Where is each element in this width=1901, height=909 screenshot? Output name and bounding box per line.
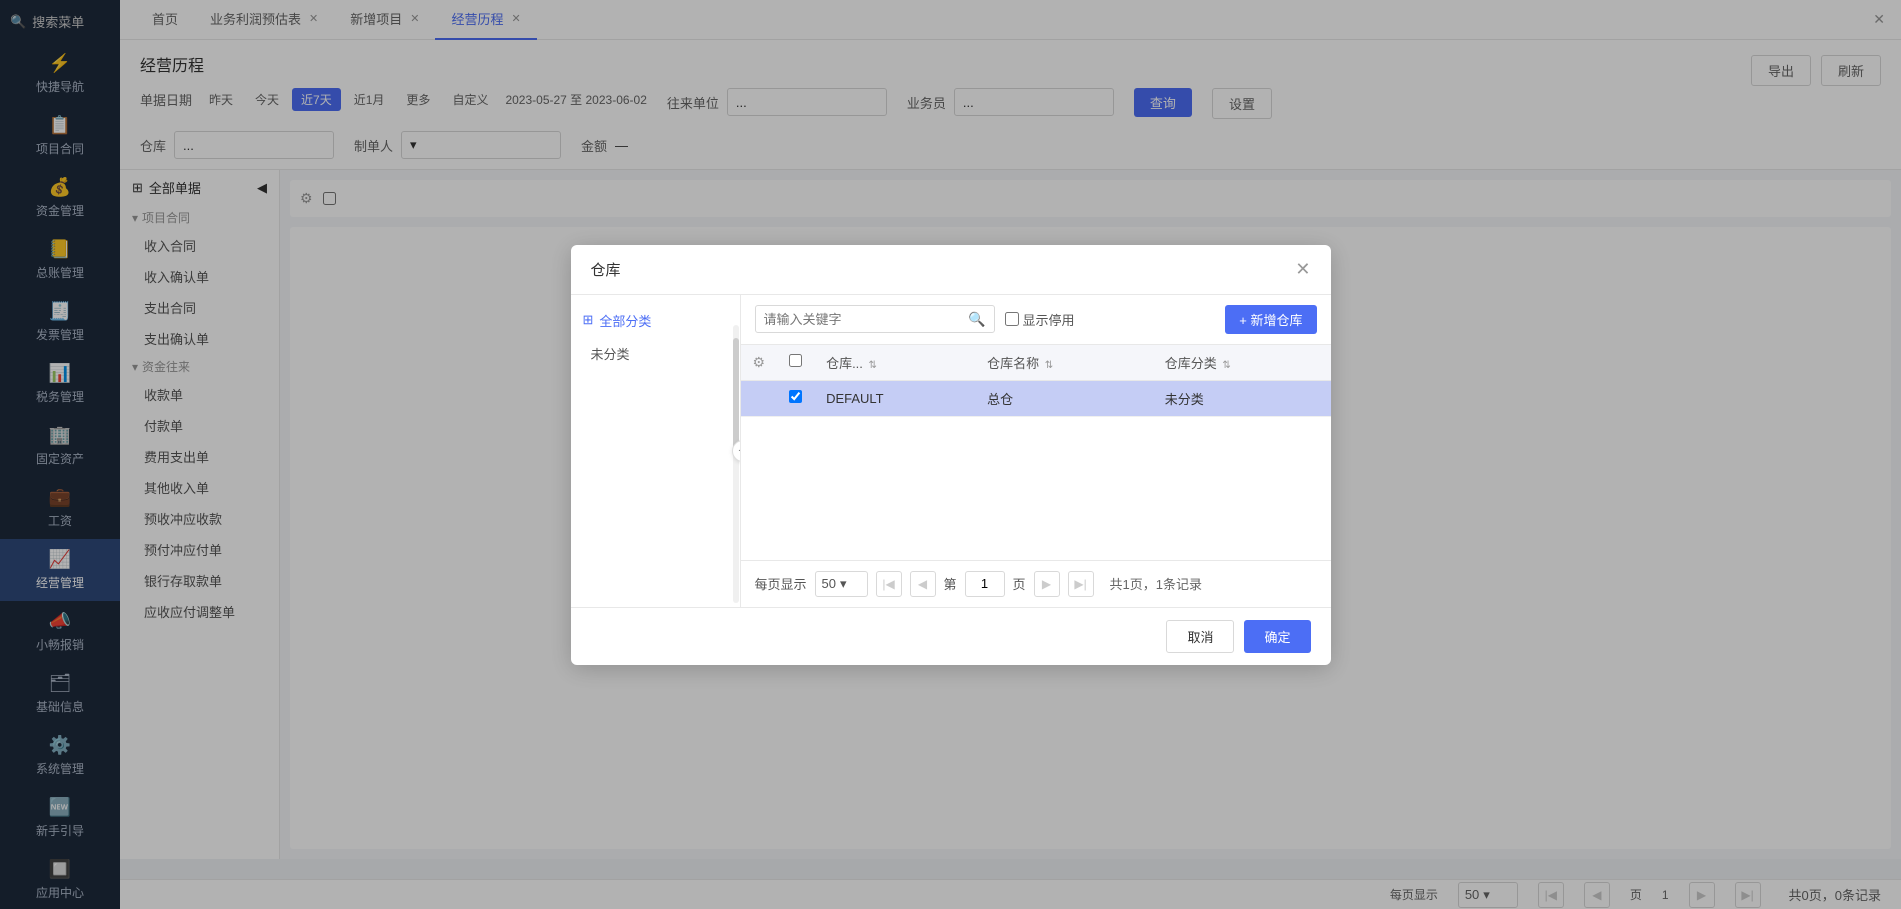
show-disabled-wrap: 显示停用	[1005, 310, 1075, 329]
chevron-down-select-icon: ▾	[840, 576, 847, 592]
scrollbar-track	[733, 325, 739, 603]
page-input[interactable]	[965, 571, 1005, 597]
confirm-button[interactable]: 确定	[1244, 620, 1310, 653]
page-label: 页	[1013, 574, 1026, 593]
grid-icon-modal: ⊞	[583, 312, 594, 328]
modal-body: ⊞ 全部分类 未分类 ◀	[571, 295, 1331, 607]
sort-icon-category: ⇅	[1222, 360, 1230, 371]
modal-table-scroll: ⚙ 仓库... ⇅ 仓库名称 ⇅	[741, 345, 1331, 560]
add-warehouse-button[interactable]: + 新增仓库	[1225, 305, 1316, 334]
last-page-button[interactable]: ▶|	[1068, 571, 1094, 597]
warehouse-modal: 仓库 ✕ ⊞ 全部分类 未分类 ◀	[571, 245, 1331, 665]
show-disabled-label: 显示停用	[1023, 310, 1075, 329]
row-code: DEFAULT	[814, 380, 975, 416]
row-name: 总仓	[975, 380, 1153, 416]
th-code-label: 仓库...	[826, 356, 863, 371]
per-page-value: 50	[822, 576, 836, 591]
sort-icon-code: ⇅	[869, 360, 877, 371]
category-unclassified[interactable]: 未分类	[571, 338, 740, 369]
th-code: 仓库... ⇅	[814, 345, 975, 381]
modal-pagination: 每页显示 50 ▾ |◀ ◀ 第 页 ▶ ▶| 共1页，1条记录	[741, 560, 1331, 607]
modal-header: 仓库 ✕	[571, 245, 1331, 295]
th-category: 仓库分类 ⇅	[1153, 345, 1331, 381]
search-input[interactable]	[764, 312, 969, 327]
modal-title: 仓库	[591, 259, 621, 280]
th-name: 仓库名称 ⇅	[975, 345, 1153, 381]
scrollbar-thumb	[733, 338, 739, 449]
select-all-table-checkbox[interactable]	[789, 354, 802, 367]
show-disabled-checkbox[interactable]	[1005, 312, 1019, 326]
cancel-button[interactable]: 取消	[1166, 620, 1234, 653]
first-page-button[interactable]: |◀	[876, 571, 902, 597]
th-category-label: 仓库分类	[1165, 356, 1217, 371]
row-select-checkbox[interactable]	[789, 390, 802, 403]
next-page-button[interactable]: ▶	[1034, 571, 1060, 597]
category-scrollbar[interactable]	[733, 325, 739, 603]
category-all-label: 全部分类	[599, 311, 651, 330]
row-category: 未分类	[1153, 380, 1331, 416]
per-page-label: 每页显示	[755, 574, 807, 593]
modal-close-button[interactable]: ✕	[1295, 259, 1310, 280]
category-unclassified-label: 未分类	[591, 347, 630, 362]
category-panel: ⊞ 全部分类 未分类 ◀	[571, 295, 741, 607]
per-page-select[interactable]: 50 ▾	[815, 571, 868, 597]
total-info: 共1页，1条记录	[1110, 574, 1202, 593]
sort-icon-name: ⇅	[1045, 360, 1053, 371]
table-header: ⚙ 仓库... ⇅ 仓库名称 ⇅	[741, 345, 1331, 381]
table-gear-icon2[interactable]: ⚙	[753, 354, 766, 370]
page-word-label: 第	[944, 574, 957, 593]
search-input-wrap: 🔍	[755, 305, 995, 333]
modal-footer: 取消 确定	[571, 607, 1331, 665]
row-checkbox	[777, 380, 814, 416]
warehouse-table: ⚙ 仓库... ⇅ 仓库名称 ⇅	[741, 345, 1331, 417]
table-body: DEFAULT 总仓 未分类	[741, 380, 1331, 416]
th-checkbox	[777, 345, 814, 381]
category-all[interactable]: ⊞ 全部分类	[571, 303, 740, 338]
modal-overlay: 仓库 ✕ ⊞ 全部分类 未分类 ◀	[0, 0, 1901, 909]
modal-table-toolbar: 🔍 显示停用 + 新增仓库	[741, 295, 1331, 345]
th-name-label: 仓库名称	[987, 356, 1039, 371]
row-gear	[741, 380, 778, 416]
search-icon-modal[interactable]: 🔍	[968, 311, 985, 328]
table-row[interactable]: DEFAULT 总仓 未分类	[741, 380, 1331, 416]
th-gear: ⚙	[741, 345, 778, 381]
prev-page-button[interactable]: ◀	[910, 571, 936, 597]
table-panel: 🔍 显示停用 + 新增仓库 ⚙	[741, 295, 1331, 607]
